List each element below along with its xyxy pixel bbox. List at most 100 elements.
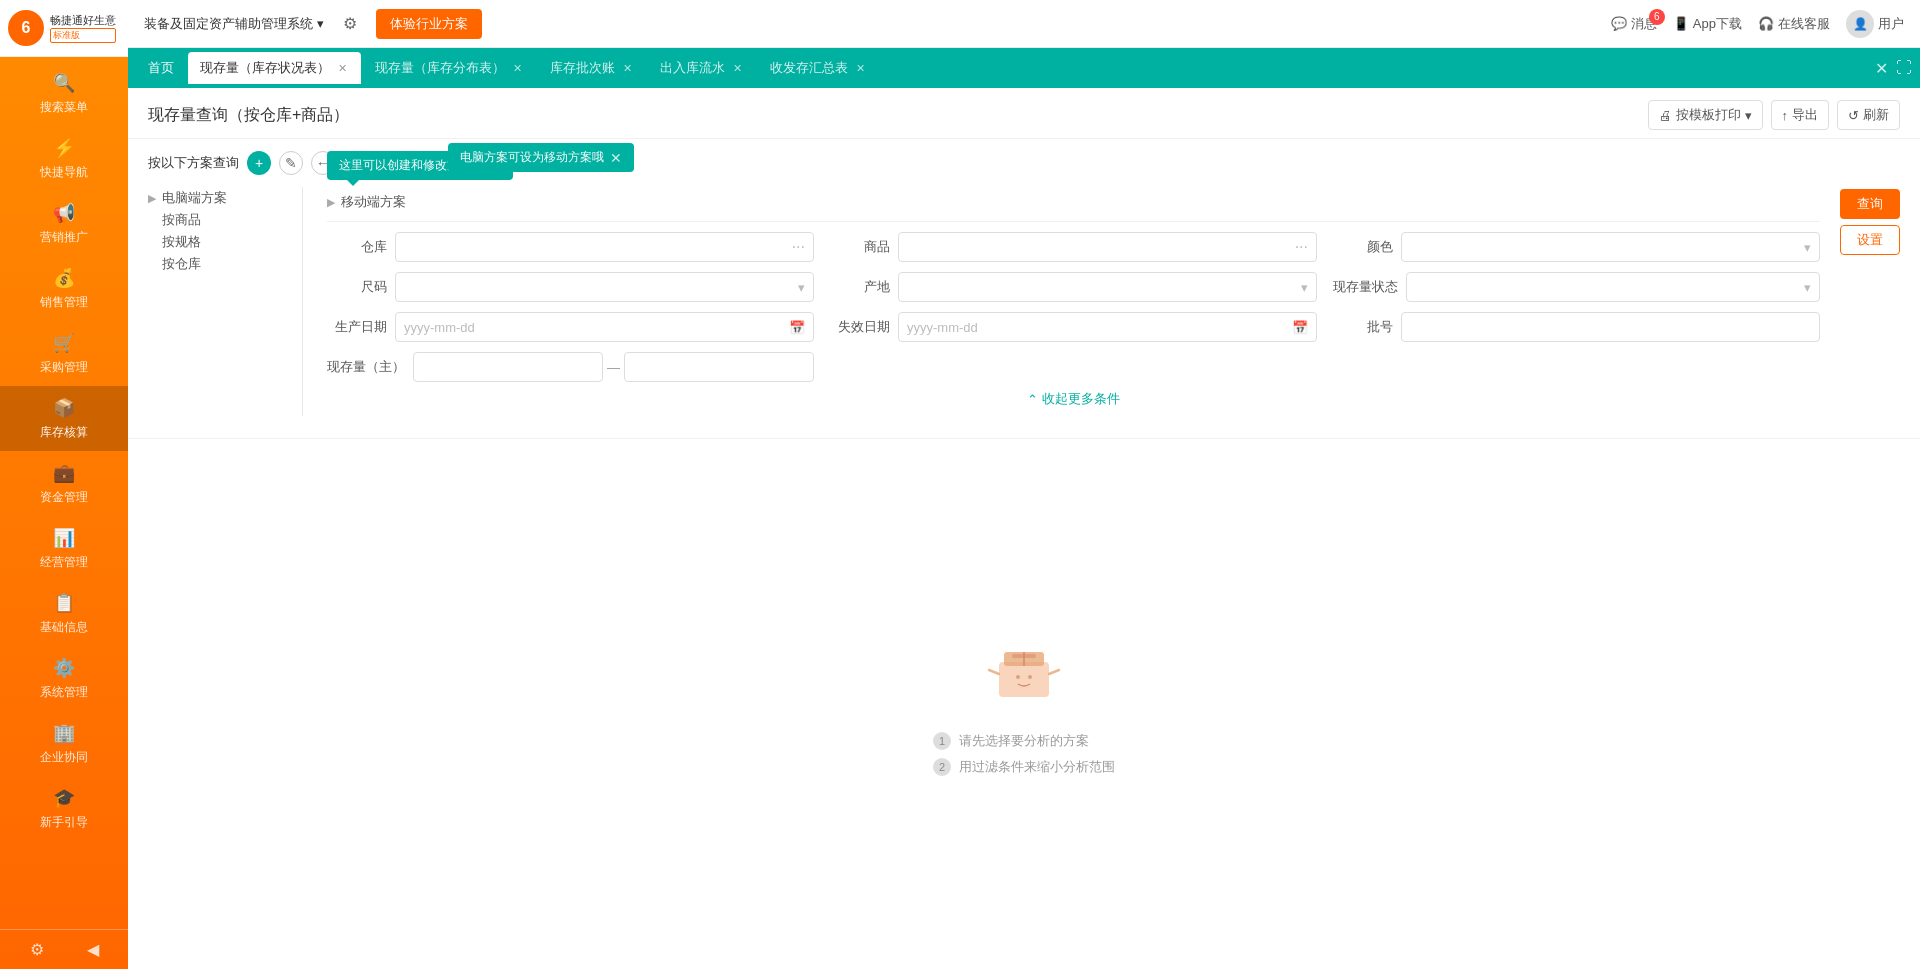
expiry-date-input[interactable]: yyyy-mm-dd 📅 bbox=[898, 312, 1317, 342]
finance-icon: 💼 bbox=[52, 461, 76, 485]
add-scheme-button[interactable]: + bbox=[247, 151, 271, 175]
template-print-button[interactable]: 🖨 按模板打印 ▾ bbox=[1648, 100, 1763, 130]
scheme-arrow-icon: ▶ bbox=[148, 192, 156, 205]
stock-main-min-input[interactable] bbox=[413, 352, 603, 382]
plan-button[interactable]: 体验行业方案 bbox=[376, 9, 482, 39]
online-support-action[interactable]: 🎧 在线客服 bbox=[1758, 15, 1830, 33]
tab-in-out-flow[interactable]: 出入库流水 ✕ bbox=[648, 52, 756, 84]
empty-hint-1: 1 请先选择要分析的方案 bbox=[933, 732, 1115, 750]
online-support-label: 在线客服 bbox=[1778, 15, 1830, 33]
tab-close-in-out-flow[interactable]: ✕ bbox=[731, 62, 744, 75]
scheme-by-warehouse[interactable]: 按仓库 bbox=[162, 253, 278, 275]
settings-icon[interactable]: ⚙ bbox=[30, 940, 44, 959]
tab-close-all-icon[interactable]: ✕ bbox=[1875, 59, 1888, 78]
svg-line-6 bbox=[989, 670, 999, 674]
system-name: 装备及固定资产辅助管理系统 bbox=[144, 15, 313, 33]
sidebar-item-newbie[interactable]: 🎓 新手引导 bbox=[0, 776, 128, 841]
inventory-icon: 📦 bbox=[52, 396, 76, 420]
product-dots[interactable]: ··· bbox=[1295, 238, 1308, 256]
scheme-tooltip-close[interactable]: ✕ bbox=[610, 150, 622, 166]
stock-main-max-input[interactable] bbox=[624, 352, 814, 382]
scheme-tooltip: 电脑方案可设为移动方案哦 ✕ bbox=[448, 143, 634, 172]
sidebar-item-basic[interactable]: 📋 基础信息 bbox=[0, 581, 128, 646]
search-button[interactable]: 查询 bbox=[1840, 189, 1900, 219]
stock-status-label: 现存量状态 bbox=[1333, 278, 1398, 296]
calendar-icon[interactable]: 📅 bbox=[789, 320, 805, 335]
sidebar-item-label: 库存核算 bbox=[40, 424, 88, 441]
scheme-by-spec-label: 按规格 bbox=[162, 233, 201, 251]
collapse-more-button[interactable]: ⌃ 收起更多条件 bbox=[327, 382, 1820, 416]
sidebar-item-search[interactable]: 🔍 搜索菜单 bbox=[0, 61, 128, 126]
mobile-scheme-header[interactable]: ▶ 移动端方案 bbox=[327, 191, 1820, 213]
print-dropdown-icon: ▾ bbox=[1745, 108, 1752, 123]
origin-label: 产地 bbox=[830, 278, 890, 296]
top-header: 装备及固定资产辅助管理系统 ▾ ⚙ 体验行业方案 💬 6 消息 📱 App下载 … bbox=[128, 0, 1920, 48]
expiry-calendar-icon[interactable]: 📅 bbox=[1292, 320, 1308, 335]
expiry-date-label: 失效日期 bbox=[830, 318, 890, 336]
tab-receive-summary[interactable]: 收发存汇总表 ✕ bbox=[758, 52, 879, 84]
sidebar-item-quick-nav[interactable]: ⚡ 快捷导航 bbox=[0, 126, 128, 191]
production-date-input[interactable]: yyyy-mm-dd 📅 bbox=[395, 312, 814, 342]
collapse-sidebar-icon[interactable]: ◀ bbox=[87, 940, 99, 959]
edit-scheme-button[interactable]: ✎ bbox=[279, 151, 303, 175]
page-title: 现存量查询（按仓库+商品） bbox=[148, 105, 349, 126]
system-name-dropdown[interactable]: 装备及固定资产辅助管理系统 ▾ bbox=[144, 15, 324, 33]
user-action[interactable]: 👤 用户 bbox=[1846, 10, 1904, 38]
sidebar-item-finance[interactable]: 💼 资金管理 bbox=[0, 451, 128, 516]
tab-receive-summary-label: 收发存汇总表 bbox=[770, 59, 848, 77]
sidebar-item-purchase[interactable]: 🛒 采购管理 bbox=[0, 321, 128, 386]
tab-batch-ledger-label: 库存批次账 bbox=[550, 59, 615, 77]
filter-row-stock-main: 现存量（主） — bbox=[327, 352, 814, 382]
export-button[interactable]: ↑ 导出 bbox=[1771, 100, 1830, 130]
tab-home[interactable]: 首页 bbox=[136, 52, 186, 84]
template-print-label: 按模板打印 bbox=[1676, 106, 1741, 124]
empty-hint-2: 2 用过滤条件来缩小分析范围 bbox=[933, 758, 1115, 776]
tab-close-inventory-dist[interactable]: ✕ bbox=[511, 62, 524, 75]
production-date-label: 生产日期 bbox=[327, 318, 387, 336]
warehouse-select[interactable]: ··· bbox=[395, 232, 814, 262]
settings-gear-button[interactable]: ⚙ bbox=[336, 10, 364, 38]
sidebar-item-sales[interactable]: 💰 销售管理 bbox=[0, 256, 128, 321]
tab-close-inventory-status[interactable]: ✕ bbox=[336, 62, 349, 75]
refresh-button[interactable]: ↺ 刷新 bbox=[1837, 100, 1900, 130]
sidebar-item-label: 搜索菜单 bbox=[40, 99, 88, 116]
empty-num-1: 1 bbox=[933, 732, 951, 750]
desktop-scheme-header[interactable]: ▶ 电脑端方案 bbox=[148, 187, 278, 209]
sidebar-item-label: 快捷导航 bbox=[40, 164, 88, 181]
tab-inventory-status[interactable]: 现存量（库存状况表） ✕ bbox=[188, 52, 361, 84]
tab-close-batch-ledger[interactable]: ✕ bbox=[621, 62, 634, 75]
sidebar-item-marketing[interactable]: 📢 营销推广 bbox=[0, 191, 128, 256]
scheme-by-spec[interactable]: 按规格 bbox=[162, 231, 278, 253]
color-select[interactable]: ▾ bbox=[1401, 232, 1820, 262]
tab-batch-ledger[interactable]: 库存批次账 ✕ bbox=[538, 52, 646, 84]
warehouse-dots[interactable]: ··· bbox=[792, 238, 805, 256]
reset-button[interactable]: 设置 bbox=[1840, 225, 1900, 255]
tab-inventory-dist[interactable]: 现存量（库存分布表） ✕ bbox=[363, 52, 536, 84]
size-label: 尺码 bbox=[327, 278, 387, 296]
size-select[interactable]: ▾ bbox=[395, 272, 814, 302]
tab-close-receive-summary[interactable]: ✕ bbox=[854, 62, 867, 75]
message-action[interactable]: 💬 6 消息 bbox=[1611, 15, 1657, 33]
batch-input[interactable] bbox=[1401, 312, 1820, 342]
scheme-divider bbox=[302, 187, 303, 416]
scheme-tooltip-text: 电脑方案可设为移动方案哦 bbox=[460, 149, 604, 166]
filter-row-product: 商品 ··· bbox=[830, 232, 1317, 262]
app-download-action[interactable]: 📱 App下载 bbox=[1673, 15, 1742, 33]
sidebar-item-system[interactable]: ⚙️ 系统管理 bbox=[0, 646, 128, 711]
main-content: 装备及固定资产辅助管理系统 ▾ ⚙ 体验行业方案 💬 6 消息 📱 App下载 … bbox=[128, 0, 1920, 969]
sidebar-item-enterprise[interactable]: 🏢 企业协同 bbox=[0, 711, 128, 776]
origin-select[interactable]: ▾ bbox=[898, 272, 1317, 302]
refresh-icon: ↺ bbox=[1848, 108, 1859, 123]
product-select[interactable]: ··· bbox=[898, 232, 1317, 262]
sidebar-item-operation[interactable]: 📊 经营管理 bbox=[0, 516, 128, 581]
stock-status-select[interactable]: ▾ bbox=[1406, 272, 1820, 302]
svg-line-7 bbox=[1049, 670, 1059, 674]
message-icon: 💬 bbox=[1611, 16, 1627, 31]
header-actions: 💬 6 消息 📱 App下载 🎧 在线客服 👤 用户 bbox=[1611, 10, 1904, 38]
message-badge: 6 bbox=[1649, 9, 1665, 25]
range-dash: — bbox=[607, 360, 620, 375]
tab-fullscreen-icon[interactable]: ⛶ bbox=[1896, 59, 1912, 78]
scheme-by-product[interactable]: 按商品 bbox=[162, 209, 278, 231]
empty-hint-1-text: 请先选择要分析的方案 bbox=[959, 732, 1089, 750]
sidebar-item-inventory[interactable]: 📦 库存核算 bbox=[0, 386, 128, 451]
